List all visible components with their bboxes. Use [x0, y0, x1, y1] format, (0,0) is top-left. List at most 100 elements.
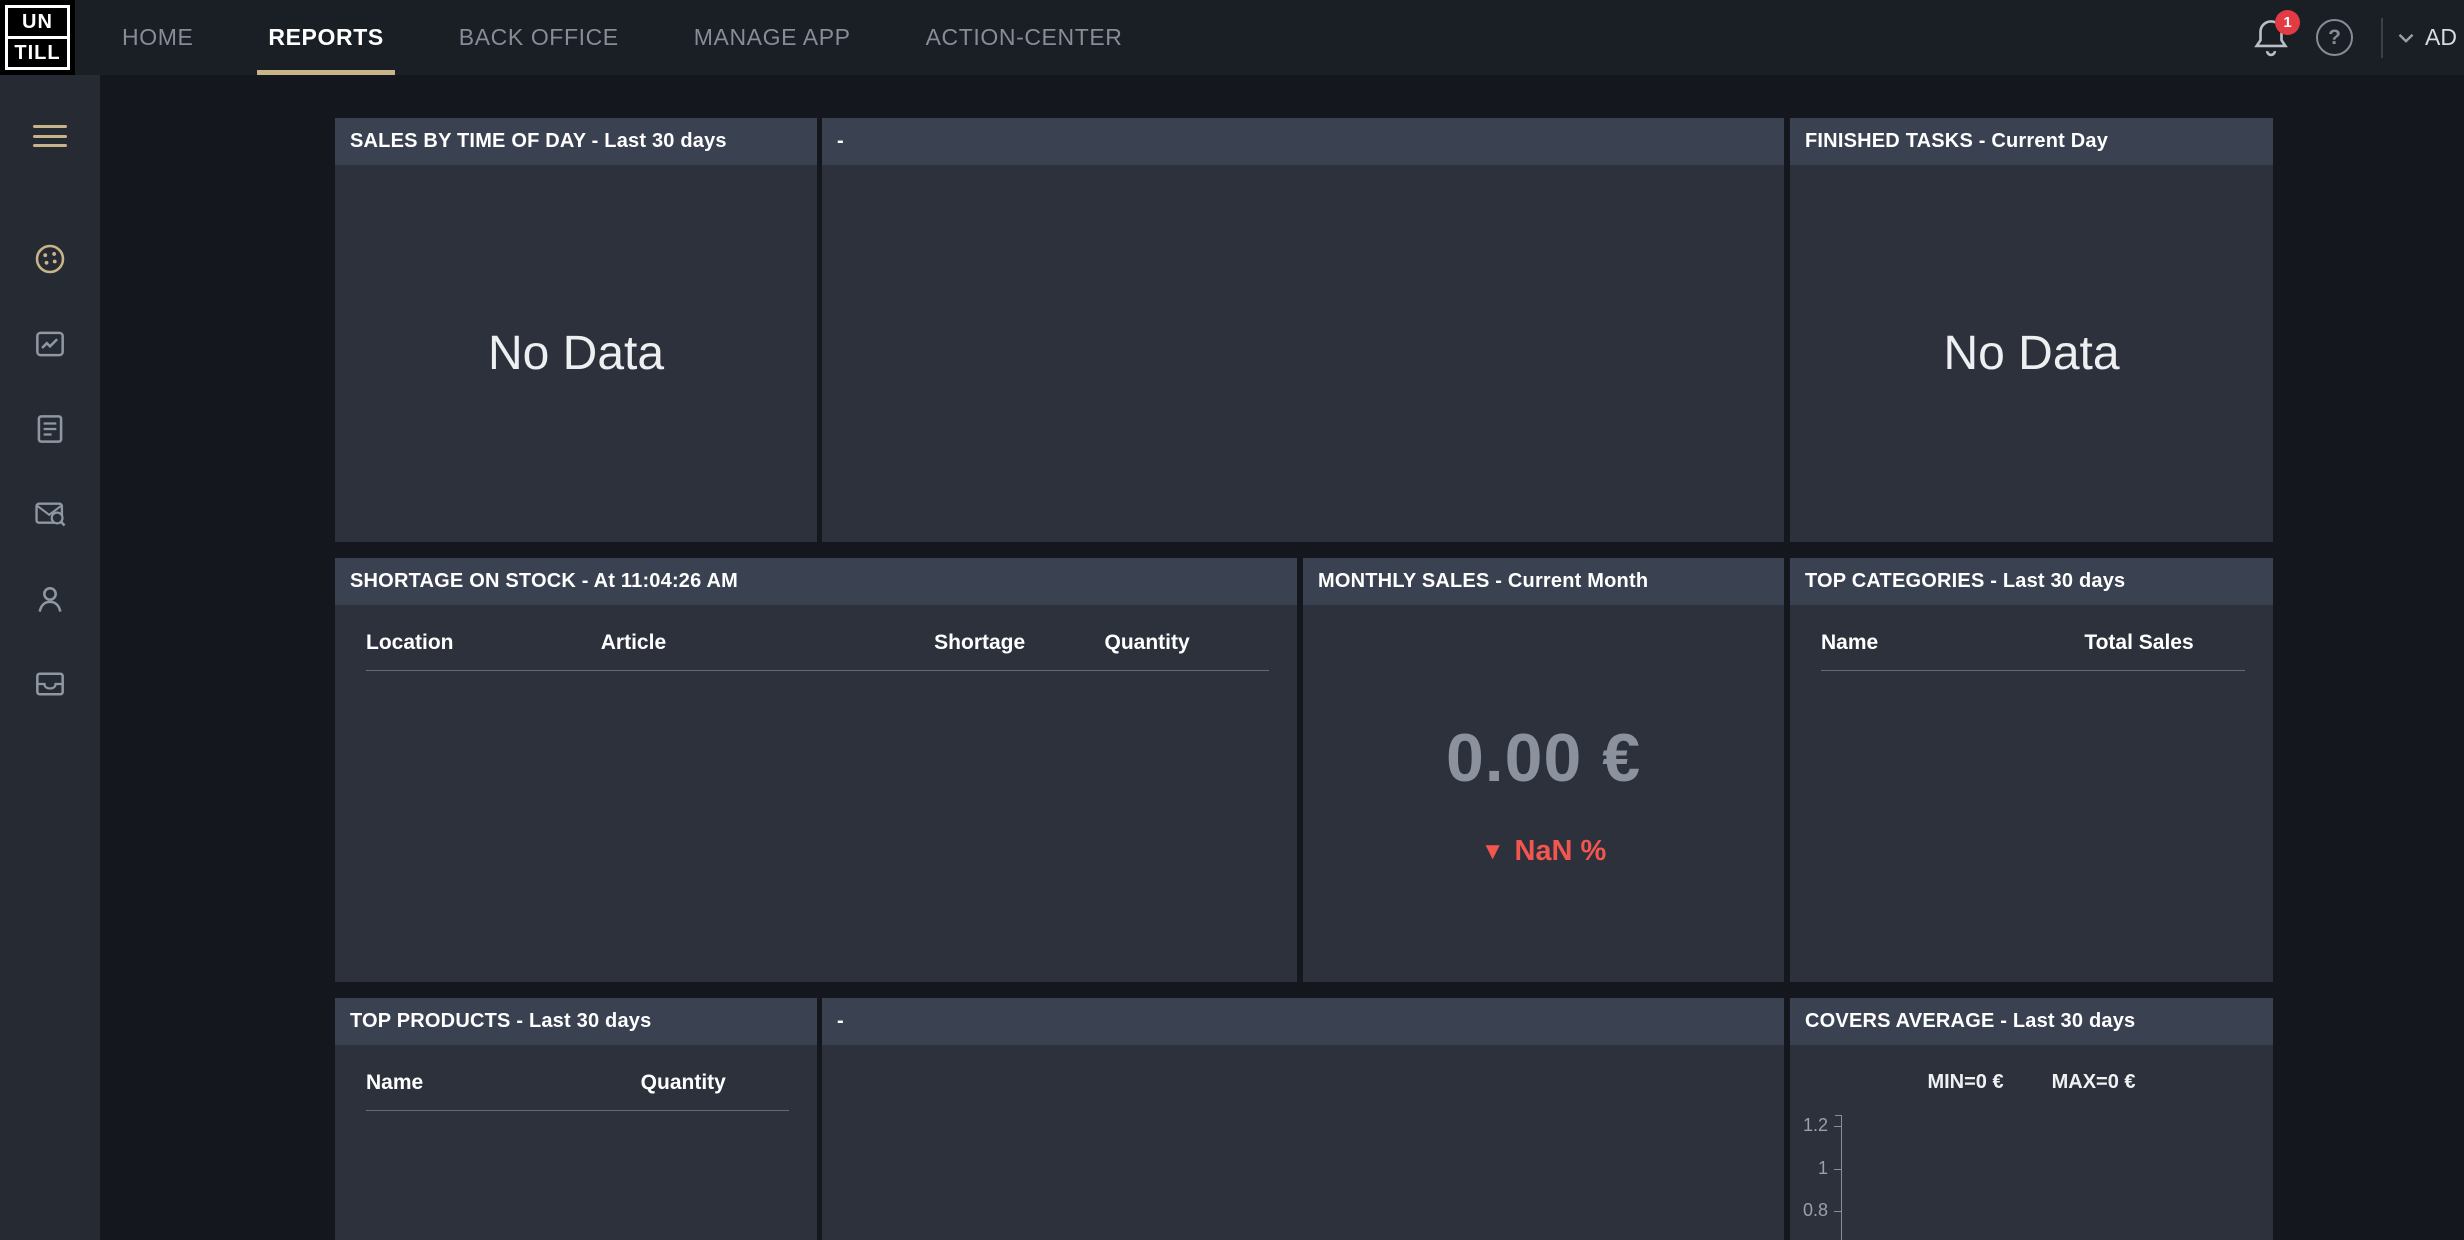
shortage-table-header: Location Article Shortage Quantity [366, 631, 1269, 671]
panel-body: Name Total Sales [1790, 605, 2273, 982]
covers-minmax-row: MIN=0 € MAX=0 € [1790, 1071, 2273, 1094]
sidebar-item-mail-search[interactable] [30, 494, 70, 534]
panel-header: - [822, 118, 1784, 165]
column-article: Article [600, 631, 667, 654]
panel-body: Location Article Shortage Quantity [335, 605, 1297, 982]
hamburger-icon [33, 125, 67, 128]
y-tick-mark [1834, 1126, 1841, 1127]
panel-header: SHORTAGE ON STOCK - At 11:04:26 AM [335, 558, 1297, 605]
user-icon [38, 586, 62, 612]
panel-title: COVERS AVERAGE - Last 30 days [1805, 1010, 2136, 1032]
panel-top-products: TOP PRODUCTS - Last 30 days Name Quantit… [335, 998, 817, 1240]
panel-covers-average: COVERS AVERAGE - Last 30 days MIN=0 € MA… [1790, 998, 2273, 1240]
column-quantity: Quantity [640, 1071, 726, 1094]
sidebar-item-documents[interactable] [30, 409, 70, 449]
panel-body: No Data [1790, 165, 2273, 542]
delta-value: NaN % [1514, 835, 1607, 867]
panel-header: TOP CATEGORIES - Last 30 days [1790, 558, 2273, 605]
panel-body: 0.00 € ▼ NaN % [1303, 605, 1784, 982]
monthly-sales-amount: 0.00 € [1445, 720, 1642, 796]
panel-sales-by-time-of-day: SALES BY TIME OF DAY - Last 30 days No D… [335, 118, 817, 542]
mail-search-icon [35, 502, 66, 527]
question-icon: ? [2328, 25, 2341, 49]
covers-average-chart: 1.2 1 0.8 [1790, 1113, 2273, 1240]
panel-title: TOP CATEGORIES - Last 30 days [1805, 570, 2126, 592]
user-name: AD [2425, 24, 2457, 50]
column-name: Name [366, 1071, 424, 1094]
no-data-text: No Data [1943, 327, 2120, 380]
inbox-icon [36, 672, 64, 696]
y-tick-mark [1834, 1211, 1841, 1212]
panel-body: No Data [335, 165, 817, 542]
hamburger-icon-line2 [33, 134, 67, 138]
no-data-text: No Data [487, 327, 665, 380]
top-categories-table-header: Name Total Sales [1821, 631, 2245, 671]
covers-max-label: MAX=0 € [2051, 1071, 2136, 1093]
sidebar-item-inventory[interactable] [30, 664, 70, 704]
y-tick: 1 [1790, 1158, 1841, 1178]
topbar-divider [2381, 17, 2383, 58]
sidebar-item-users[interactable] [30, 579, 70, 619]
topbar-right-cluster: 1 ? AD [2250, 0, 2457, 75]
panel-header: COVERS AVERAGE - Last 30 days [1790, 998, 2273, 1045]
column-location: Location [366, 631, 454, 654]
panel-untitled-top: - [822, 118, 1784, 542]
nav-home[interactable]: HOME [111, 0, 204, 75]
nav-reports[interactable]: REPORTS [257, 0, 395, 75]
panel-title: SALES BY TIME OF DAY - Last 30 days [350, 130, 727, 152]
panel-shortage-on-stock: SHORTAGE ON STOCK - At 11:04:26 AM Locat… [335, 558, 1297, 982]
panel-body [822, 165, 1784, 542]
nav-manage-app[interactable]: MANAGE APP [683, 0, 862, 75]
y-tick: 1.2 [1790, 1115, 1841, 1135]
y-tick-label: 1 [1817, 1158, 1828, 1178]
panel-title: - [837, 130, 844, 152]
hamburger-icon-line3 [33, 144, 67, 147]
column-name: Name [1821, 631, 1879, 654]
y-tick-label: 0.8 [1802, 1200, 1828, 1220]
chevron-down-icon [2398, 33, 2414, 43]
user-menu[interactable]: AD [2393, 24, 2457, 51]
panel-body: Bear [822, 1045, 1784, 1240]
panel-top-categories: TOP CATEGORIES - Last 30 days Name Total… [1790, 558, 2273, 982]
panel-header: MONTHLY SALES - Current Month [1303, 558, 1784, 605]
notifications-button[interactable]: 1 [2250, 9, 2300, 61]
document-icon [37, 415, 63, 443]
dashboard-icon [35, 244, 65, 274]
untill-logo[interactable]: UN TILL [0, 0, 75, 75]
sidebar-item-dashboard[interactable] [30, 239, 70, 279]
top-products-table-header: Name Quantity [366, 1071, 789, 1111]
top-navigation-bar: UN TILL HOME REPORTS BACK OFFICE MANAGE … [0, 0, 2464, 75]
notification-badge: 1 [2275, 9, 2300, 35]
column-quantity: Quantity [1104, 631, 1190, 654]
column-total-sales: Total Sales [2084, 631, 2194, 654]
panel-title: FINISHED TASKS - Current Day [1805, 130, 2109, 152]
panel-title: MONTHLY SALES - Current Month [1318, 570, 1649, 592]
panel-monthly-sales: MONTHLY SALES - Current Month 0.00 € ▼ N… [1303, 558, 1784, 982]
left-sidebar [0, 75, 100, 1240]
panel-finished-tasks: FINISHED TASKS - Current Day No Data [1790, 118, 2273, 542]
panel-body: MIN=0 € MAX=0 € 1.2 1 0.8 [1790, 1045, 2273, 1240]
panel-title: TOP PRODUCTS - Last 30 days [350, 1010, 652, 1032]
sidebar-menu-toggle[interactable] [33, 125, 67, 147]
logo-text-un: UN [22, 11, 53, 33]
help-button[interactable]: ? [2316, 19, 2353, 56]
untill-logo-frame: UN TILL [5, 5, 70, 70]
sidebar-item-sales-reports[interactable] [30, 324, 70, 364]
panel-header: - [822, 998, 1784, 1045]
nav-back-office[interactable]: BACK OFFICE [448, 0, 630, 75]
panel-header: FINISHED TASKS - Current Day [1790, 118, 2273, 165]
panel-title: SHORTAGE ON STOCK - At 11:04:26 AM [350, 570, 738, 592]
column-shortage: Shortage [934, 631, 1026, 654]
app-window: UN TILL HOME REPORTS BACK OFFICE MANAGE … [0, 0, 2464, 1240]
sales-chart-icon [36, 331, 64, 357]
panel-body: Name Quantity [335, 1045, 817, 1240]
panel-untitled-bottom: - Bear [822, 998, 1784, 1240]
panel-header: TOP PRODUCTS - Last 30 days [335, 998, 817, 1045]
monthly-sales-delta: ▼ NaN % [1481, 835, 1607, 868]
covers-min-label: MIN=0 € [1927, 1071, 2004, 1093]
nav-action-center[interactable]: ACTION-CENTER [915, 0, 1134, 75]
y-tick: 0.8 [1790, 1200, 1841, 1220]
y-tick-label: 1.2 [1802, 1115, 1828, 1135]
y-axis-line [1841, 1115, 1842, 1240]
panel-header: SALES BY TIME OF DAY - Last 30 days [335, 118, 817, 165]
